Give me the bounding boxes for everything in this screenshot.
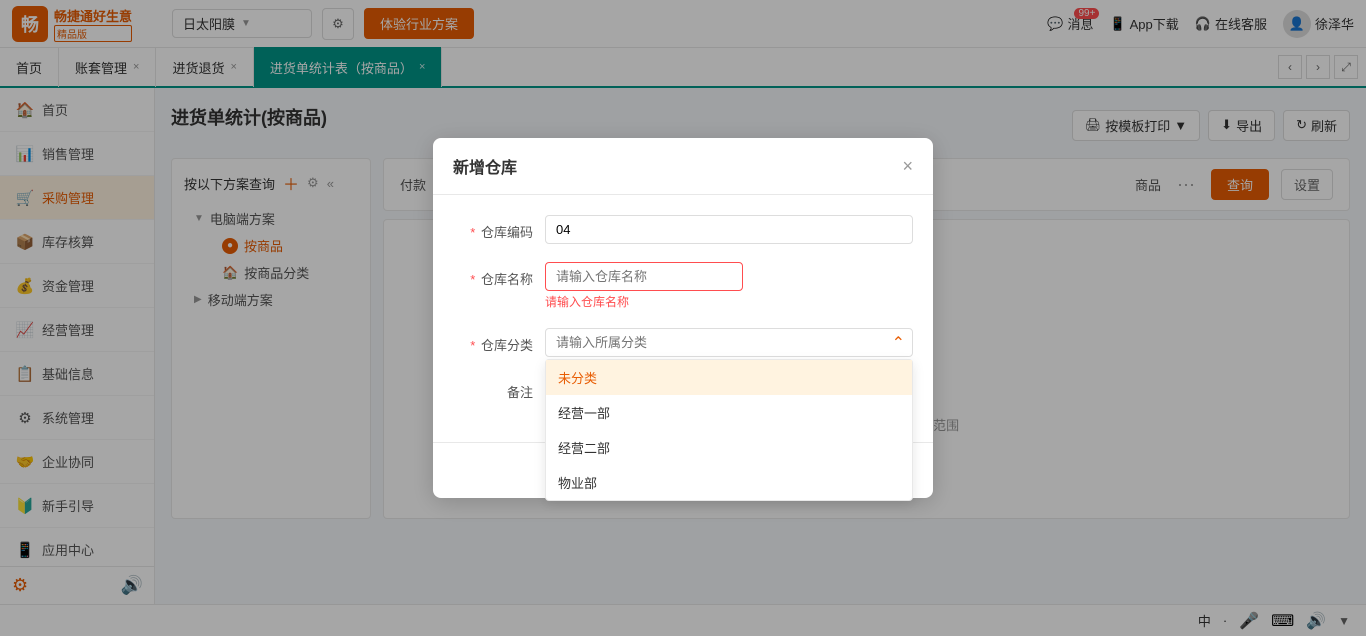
- name-field-wrap: 请输入仓库名称: [545, 262, 913, 310]
- note-label: 备注: [453, 375, 533, 401]
- dropdown-item-uncategorized[interactable]: 未分类: [546, 360, 912, 395]
- form-row-category: * 仓库分类 ⌃ 未分类 经营一部 经营二部 物业部: [453, 328, 913, 357]
- modal-body: * 仓库编码 * 仓库名称 请输入仓库名称 *: [433, 195, 933, 442]
- modal-header: 新增仓库 ×: [433, 138, 933, 195]
- category-input[interactable]: [545, 328, 913, 357]
- modal-close-button[interactable]: ×: [902, 156, 913, 177]
- dropdown-item-dept2[interactable]: 经营二部: [546, 430, 912, 465]
- name-label: * 仓库名称: [453, 262, 533, 288]
- category-select-wrap: ⌃ 未分类 经营一部 经营二部 物业部: [545, 328, 913, 357]
- new-warehouse-modal: 新增仓库 × * 仓库编码 * 仓库名称 请输入仓库名称: [433, 138, 933, 498]
- modal-title: 新增仓库: [453, 154, 517, 178]
- code-label: * 仓库编码: [453, 215, 533, 241]
- category-label: * 仓库分类: [453, 328, 533, 354]
- form-row-name: * 仓库名称 请输入仓库名称: [453, 262, 913, 310]
- code-input[interactable]: [545, 215, 913, 244]
- modal-overlay: 新增仓库 × * 仓库编码 * 仓库名称 请输入仓库名称: [0, 0, 1366, 636]
- dropdown-item-property[interactable]: 物业部: [546, 465, 912, 500]
- category-dropdown-arrow[interactable]: ⌃: [892, 333, 905, 353]
- category-dropdown: 未分类 经营一部 经营二部 物业部: [545, 359, 913, 501]
- dropdown-item-dept1[interactable]: 经营一部: [546, 395, 912, 430]
- form-row-code: * 仓库编码: [453, 215, 913, 244]
- name-error-msg: 请输入仓库名称: [545, 293, 913, 310]
- name-input[interactable]: [545, 262, 743, 291]
